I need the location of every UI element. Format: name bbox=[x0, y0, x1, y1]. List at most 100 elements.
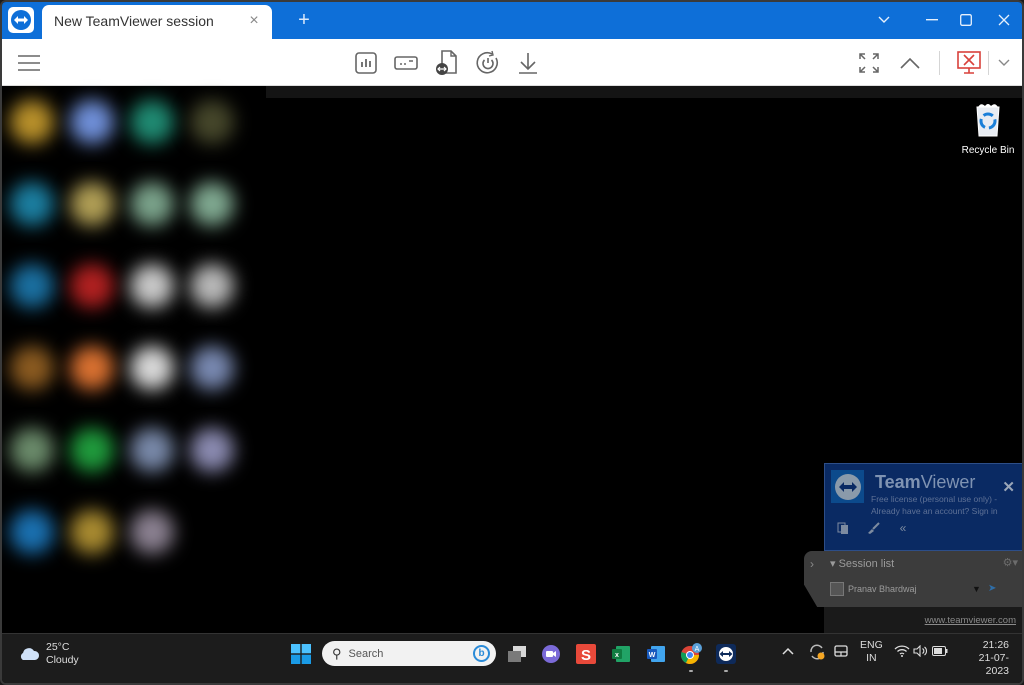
excel-button[interactable]: x bbox=[609, 642, 633, 666]
teamviewer-taskbar-button[interactable] bbox=[714, 642, 738, 672]
svg-text:W: W bbox=[649, 652, 656, 659]
blurred-desktop-icon[interactable] bbox=[10, 346, 54, 390]
sync-status-button[interactable] bbox=[808, 643, 826, 665]
chevron-down-icon bbox=[998, 59, 1010, 66]
maximize-button[interactable] bbox=[952, 8, 980, 32]
blurred-desktop-icon[interactable] bbox=[10, 182, 54, 226]
blurred-desktop-icon[interactable] bbox=[130, 100, 174, 144]
battery-button[interactable] bbox=[932, 646, 948, 660]
blurred-desktop-icon[interactable] bbox=[70, 428, 114, 472]
volume-icon bbox=[913, 644, 927, 658]
blurred-desktop-icon[interactable] bbox=[130, 182, 174, 226]
close-window-button[interactable] bbox=[990, 8, 1018, 32]
chrome-button[interactable]: A bbox=[679, 642, 703, 672]
panel-close-button[interactable]: ✕ bbox=[1002, 478, 1015, 496]
volume-button[interactable] bbox=[913, 644, 929, 661]
language-indicator[interactable]: ENG IN bbox=[860, 639, 883, 665]
word-button[interactable]: W bbox=[644, 642, 668, 666]
sync-icon bbox=[810, 644, 825, 660]
teams-chat-button[interactable] bbox=[539, 642, 563, 666]
blurred-desktop-icon[interactable] bbox=[130, 346, 174, 390]
remote-taskbar: 25°C Cloudy ⚲ Search b S x W A ENG IN 21… bbox=[2, 633, 1022, 683]
blurred-desktop-icon[interactable] bbox=[190, 264, 234, 308]
download-button[interactable] bbox=[514, 49, 542, 77]
blurred-desktop-icon[interactable] bbox=[10, 264, 54, 308]
weather-temperature: 25°C bbox=[46, 641, 70, 653]
end-session-options-button[interactable] bbox=[990, 49, 1018, 77]
file-transfer-button[interactable] bbox=[432, 49, 460, 77]
chevron-right-icon[interactable]: › bbox=[810, 557, 814, 571]
brush-icon[interactable] bbox=[865, 520, 881, 536]
start-button[interactable] bbox=[289, 642, 313, 666]
blurred-desktop-icon[interactable] bbox=[10, 428, 54, 472]
copy-icon[interactable] bbox=[835, 520, 851, 536]
blurred-desktop-icon[interactable] bbox=[70, 346, 114, 390]
recycle-bin-shortcut[interactable]: Recycle Bin bbox=[960, 102, 1016, 156]
new-tab-button[interactable]: + bbox=[292, 9, 316, 33]
teamviewer-panel-header: TeamViewer ✕ Free license (personal use … bbox=[824, 463, 1022, 551]
remote-pointer-icon[interactable]: ➤ bbox=[988, 583, 996, 594]
touchpad-button[interactable] bbox=[834, 645, 848, 661]
gear-icon[interactable]: ⚙▾ bbox=[1003, 556, 1018, 569]
running-indicator bbox=[724, 670, 728, 672]
network-button[interactable] bbox=[894, 645, 910, 661]
panel-action-icons: « bbox=[835, 520, 911, 536]
recycle-bin-label: Recycle Bin bbox=[961, 145, 1015, 156]
teamviewer-logo-icon bbox=[8, 7, 34, 33]
keyboard-icon bbox=[394, 56, 418, 70]
cloud-icon bbox=[20, 648, 40, 660]
blurred-desktop-icon[interactable] bbox=[190, 346, 234, 390]
panel-footer: www.teamviewer.com bbox=[824, 607, 1022, 633]
weather-description: Cloudy bbox=[46, 654, 79, 666]
blurred-desktop-icon[interactable] bbox=[70, 510, 114, 554]
show-hidden-icons-button[interactable] bbox=[782, 646, 794, 659]
blurred-desktop-icon[interactable] bbox=[190, 100, 234, 144]
end-session-button[interactable] bbox=[955, 49, 983, 77]
wps-office-icon: S bbox=[576, 644, 596, 664]
website-link[interactable]: www.teamviewer.com bbox=[925, 615, 1016, 626]
blurred-desktop-icon[interactable] bbox=[130, 428, 174, 472]
task-view-icon bbox=[508, 646, 526, 662]
blurred-desktop-icon[interactable] bbox=[70, 182, 114, 226]
blurred-desktop-icon[interactable] bbox=[70, 264, 114, 308]
caret-down-icon[interactable]: ▼ bbox=[972, 584, 981, 594]
battery-icon bbox=[932, 646, 948, 656]
blurred-desktop-icon[interactable] bbox=[10, 100, 54, 144]
clock[interactable]: 21:26 21-07-2023 bbox=[957, 639, 1009, 678]
svg-text:S: S bbox=[581, 647, 591, 664]
dashboard-icon bbox=[355, 52, 377, 74]
task-view-button[interactable] bbox=[505, 642, 529, 666]
teamviewer-panel-logo-icon bbox=[831, 470, 864, 503]
blurred-desktop-icon[interactable] bbox=[70, 100, 114, 144]
sign-in-link[interactable]: Already have an account? Sign in bbox=[871, 505, 998, 517]
minimize-button[interactable] bbox=[918, 8, 946, 32]
collapse-panel-icon[interactable]: « bbox=[895, 520, 911, 536]
fullscreen-button[interactable] bbox=[855, 49, 883, 77]
tab-session[interactable]: New TeamViewer session × bbox=[42, 5, 272, 39]
dashboard-button[interactable] bbox=[352, 49, 380, 77]
end-session-icon bbox=[957, 51, 981, 74]
bing-icon[interactable]: b bbox=[473, 645, 490, 662]
tab-close-icon[interactable]: × bbox=[244, 11, 264, 31]
maximize-icon bbox=[960, 14, 972, 26]
tab-list-dropdown-button[interactable] bbox=[870, 8, 898, 32]
session-toolbar bbox=[2, 39, 1022, 86]
blurred-desktop-icon[interactable] bbox=[190, 182, 234, 226]
blurred-desktop-icon[interactable] bbox=[10, 510, 54, 554]
menu-button[interactable] bbox=[15, 49, 43, 77]
weather-widget[interactable]: 25°C Cloudy bbox=[18, 641, 79, 667]
wps-office-button[interactable]: S bbox=[574, 642, 598, 666]
session-list-item[interactable]: Pranav Bhardwaj bbox=[830, 582, 917, 596]
blurred-desktop-icon[interactable] bbox=[190, 428, 234, 472]
keyboard-button[interactable] bbox=[392, 49, 420, 77]
collapse-toolbar-button[interactable] bbox=[896, 49, 924, 77]
blurred-desktop-icon[interactable] bbox=[130, 264, 174, 308]
taskbar-search-input[interactable]: ⚲ Search b bbox=[322, 641, 496, 666]
chevron-down-icon bbox=[878, 16, 890, 23]
power-actions-button[interactable] bbox=[474, 49, 502, 77]
teamviewer-brand: TeamViewer bbox=[875, 472, 976, 492]
session-list-header[interactable]: ▾ Session list bbox=[830, 557, 894, 570]
blurred-desktop-icon[interactable] bbox=[130, 510, 174, 554]
svg-text:x: x bbox=[615, 652, 619, 659]
close-icon bbox=[998, 14, 1010, 26]
